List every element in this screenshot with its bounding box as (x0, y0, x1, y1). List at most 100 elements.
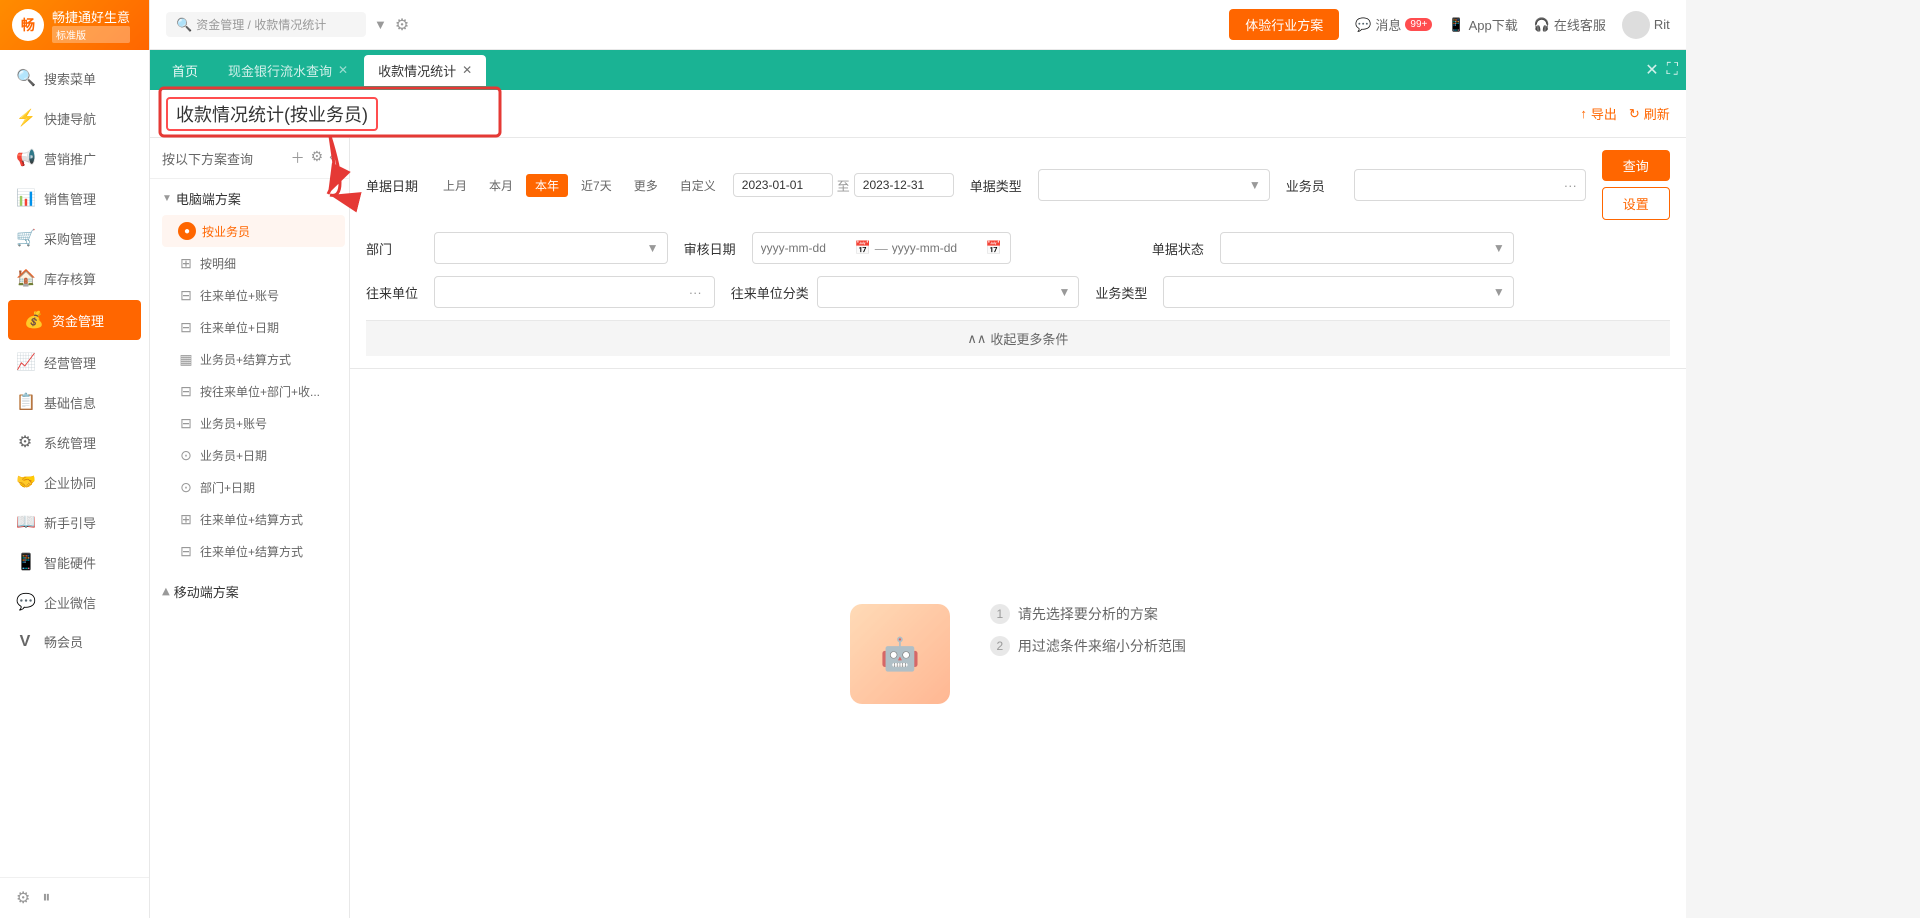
logo-text: 畅捷通好生意 (52, 7, 130, 26)
sidebar-item-hardware[interactable]: 📱 智能硬件 (0, 542, 149, 582)
date-from-input[interactable] (733, 173, 833, 197)
sidebar-item-member[interactable]: V 畅会员 (0, 622, 149, 661)
online-service-action[interactable]: 🎧 在线客服 (1534, 15, 1606, 34)
sidebar-item-sales[interactable]: 📊 销售管理 (0, 178, 149, 218)
sidebar-item-wechat[interactable]: 💬 企业微信 (0, 582, 149, 622)
right-content: 单据日期 上月 本月 本年 近7天 更多 自定义 至 (350, 138, 1686, 918)
sidebar-item-enterprise[interactable]: 🤝 企业协同 (0, 462, 149, 502)
header-search-area[interactable]: 🔍 资金管理 / 收款情况统计 (166, 12, 366, 37)
biz-type-chevron: ▼ (1493, 285, 1505, 299)
sidebar-item-system[interactable]: ⚙ 系统管理 (0, 422, 149, 462)
detail-icon: ⊞ (178, 255, 194, 272)
scheme-item-detail[interactable]: ⊞ 按明细 (162, 248, 345, 279)
mobile-scheme-header[interactable]: ▶ 移动端方案 (150, 576, 349, 607)
date-tab-custom[interactable]: 自定义 (671, 174, 725, 197)
tab-cashflow-close[interactable]: ✕ (338, 63, 348, 77)
sidebar-item-search[interactable]: 🔍 搜索菜单 (0, 58, 149, 98)
sidebar-item-operation[interactable]: 📈 经营管理 (0, 342, 149, 382)
tab-close-all-icon[interactable]: ✕ (1645, 60, 1658, 80)
refresh-label: 刷新 (1644, 104, 1670, 123)
settings-icon[interactable]: ⚙ (395, 15, 409, 35)
review-date-label: 审核日期 (684, 239, 744, 258)
edition-badge: 标准版 (52, 26, 130, 43)
tab-maximize-icon[interactable]: ⛶ (1667, 61, 1678, 79)
tab-receivable-close[interactable]: ✕ (462, 63, 472, 77)
enterprise-icon: 🤝 (16, 472, 34, 492)
date-tab-thisyear[interactable]: 本年 (526, 174, 568, 197)
add-scheme-icon[interactable]: ＋ (291, 148, 305, 168)
user-area[interactable]: Rit (1622, 11, 1670, 39)
header-right: 体验行业方案 💬 消息 99+ 📱 App下载 🎧 在线客服 Rit (1229, 9, 1670, 40)
sidebar-item-inventory[interactable]: 🏠 库存核算 (0, 258, 149, 298)
finance-icon: 💰 (24, 310, 42, 330)
trial-button[interactable]: 体验行业方案 (1229, 9, 1339, 40)
tab-receivable[interactable]: 收款情况统计 ✕ (364, 55, 486, 86)
date-tab-lastmonth[interactable]: 上月 (434, 174, 476, 197)
sidebar-item-marketing[interactable]: 📢 营销推广 (0, 138, 149, 178)
date-tab-more[interactable]: 更多 (625, 174, 667, 197)
user-avatar (1622, 11, 1650, 39)
voucher-type-select[interactable]: ▼ (1038, 169, 1270, 201)
gear-scheme-icon[interactable]: ⚙ (311, 148, 324, 168)
counterpart-type-select[interactable]: ▼ (817, 276, 1080, 308)
sidebar-item-purchase[interactable]: 🛒 采购管理 (0, 218, 149, 258)
sidebar-item-finance[interactable]: 💰 资金管理 (8, 300, 141, 340)
app-download-label: App下载 (1469, 15, 1518, 34)
date-tab-7days[interactable]: 近7天 (572, 174, 621, 197)
set-button[interactable]: 设置 (1602, 187, 1670, 220)
online-service-label: 在线客服 (1554, 15, 1606, 34)
collapse-sidebar-icon[interactable]: ⏸ (42, 889, 50, 907)
desktop-arrow-icon: ▼ (162, 193, 172, 204)
dropdown-icon[interactable]: ▼ (374, 17, 387, 32)
review-to-input[interactable] (892, 241, 982, 255)
scheme-item-salesman-account[interactable]: ⊟ 业务员+账号 (162, 408, 345, 439)
scheme-item-salesman[interactable]: ● 按业务员 (162, 215, 345, 247)
mobile-scheme-section: ▶ 移动端方案 (150, 572, 349, 611)
query-button[interactable]: 查询 (1602, 150, 1670, 181)
app-download-action[interactable]: 📱 App下载 (1448, 15, 1517, 34)
refresh-button[interactable]: ↻ 刷新 (1629, 104, 1670, 123)
salesman-dots[interactable]: ··· (1564, 178, 1577, 193)
voucher-status-select[interactable]: ▼ (1220, 232, 1514, 264)
scheme-item-partner-payment1[interactable]: ⊞ 往来单位+结算方式 (162, 504, 345, 535)
scheme-item-combined[interactable]: ⊟ 按往来单位+部门+收... (162, 376, 345, 407)
calendar-icon-right[interactable]: 📅 (986, 240, 1002, 256)
scheme-item-salesman-payment[interactable]: ▦ 业务员+结算方式 (162, 344, 345, 375)
desktop-scheme-header[interactable]: ▼ 电脑端方案 (150, 183, 349, 214)
scheme-item-partner-date-label: 往来单位+日期 (200, 319, 279, 336)
date-tab-thismonth[interactable]: 本月 (480, 174, 522, 197)
collapse-bar[interactable]: ∧∧ 收起更多条件 (366, 320, 1670, 356)
date-to-input[interactable] (854, 173, 954, 197)
salesman-label: 业务员 (1286, 176, 1346, 195)
salesman-select[interactable]: ··· (1354, 169, 1586, 201)
biz-type-select[interactable]: ▼ (1163, 276, 1513, 308)
counterpart-select[interactable]: ··· (434, 276, 715, 308)
scheme-item-partner-account[interactable]: ⊟ 往来单位+账号 (162, 280, 345, 311)
step-1-label: 请先选择要分析的方案 (1018, 604, 1158, 624)
calendar-icon-left[interactable]: 📅 (855, 240, 871, 256)
settings-bottom-icon[interactable]: ⚙ (16, 888, 30, 908)
export-button[interactable]: ↑ 导出 (1580, 104, 1617, 123)
tab-home[interactable]: 首页 (158, 55, 212, 86)
message-action[interactable]: 💬 消息 99+ (1355, 15, 1432, 34)
purchase-icon: 🛒 (16, 228, 34, 248)
panel-title: 按以下方案查询 (162, 149, 285, 168)
scheme-item-partner-payment2[interactable]: ⊟ 往来单位+结算方式 (162, 536, 345, 567)
counterpart-dots[interactable]: ··· (685, 285, 706, 300)
filter-row-2: 部门 ▼ 审核日期 📅 — (366, 232, 1670, 264)
marketing-icon: 📢 (16, 148, 34, 168)
dept-select[interactable]: ▼ (434, 232, 668, 264)
sidebar-item-basic[interactable]: 📋 基础信息 (0, 382, 149, 422)
scheme-items-list: ● 按业务员 ⊞ 按明细 ⊟ 往来单位+账号 ⊟ (150, 215, 349, 567)
review-from-input[interactable] (761, 241, 851, 255)
scheme-item-partner-date[interactable]: ⊟ 往来单位+日期 (162, 312, 345, 343)
sidebar-item-quicknav[interactable]: ⚡ 快捷导航 (0, 98, 149, 138)
sidebar-item-guide[interactable]: 📖 新手引导 (0, 502, 149, 542)
dept-date-icon: ⊙ (178, 479, 194, 496)
counterpart-label: 往来单位 (366, 283, 426, 302)
scheme-item-salesman-date[interactable]: ⊙ 业务员+日期 (162, 440, 345, 471)
tab-cashflow[interactable]: 现金银行流水查询 ✕ (214, 55, 362, 86)
scheme-item-dept-date[interactable]: ⊙ 部门+日期 (162, 472, 345, 503)
collapse-panel-icon[interactable]: « (329, 148, 337, 168)
app-logo: 畅 畅捷通好生意 标准版 (0, 0, 149, 50)
